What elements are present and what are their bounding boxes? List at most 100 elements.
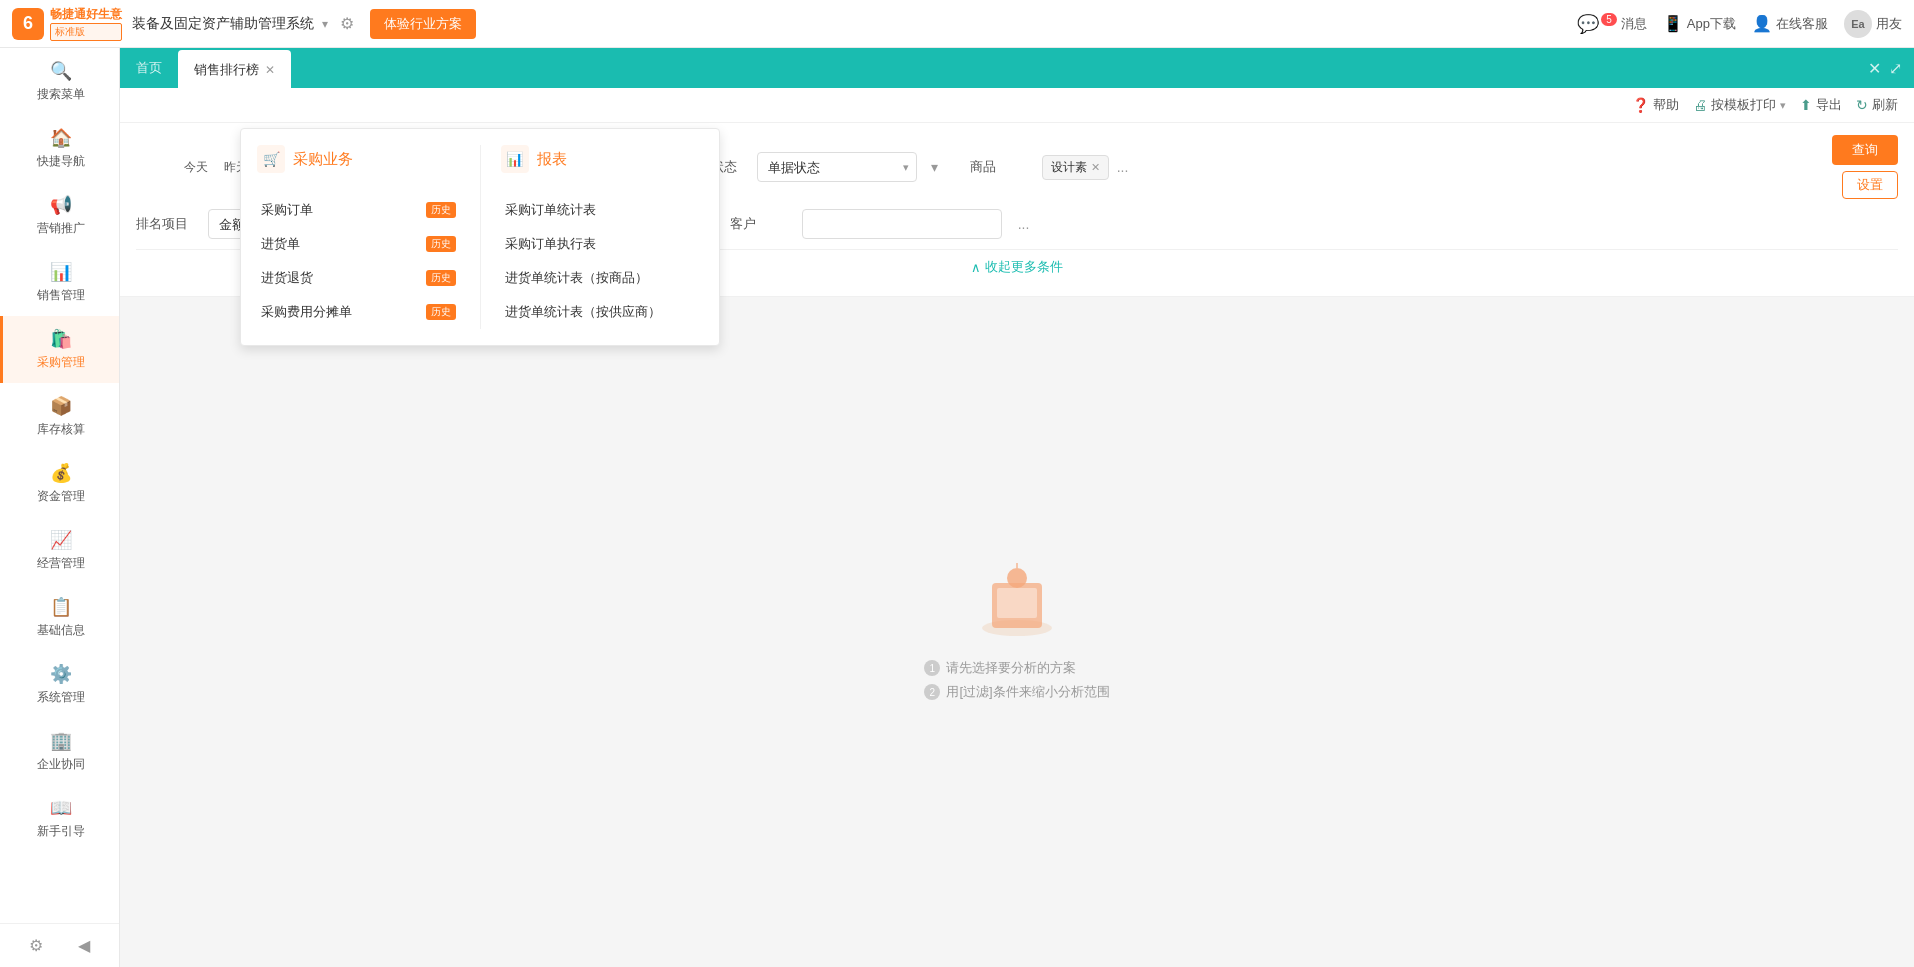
sidebar-item-purchase-label: 采购管理 (37, 354, 85, 371)
customer-input[interactable] (802, 209, 1002, 239)
collapse-sidebar-icon[interactable]: ◀ (78, 936, 90, 955)
tab-home[interactable]: 首页 (120, 48, 178, 88)
dropdown-item-purchase-order[interactable]: 采购订单 历史 (257, 193, 460, 227)
svg-rect-2 (997, 588, 1037, 618)
inbound-return-label: 进货退货 (261, 269, 313, 287)
purchase-header-title: 采购业务 (293, 150, 353, 169)
help-btn[interactable]: ❓ 帮助 (1632, 96, 1679, 114)
sidebar-item-purchase[interactable]: 🛍️ 采购管理 (0, 316, 119, 383)
empty-illustration (967, 563, 1067, 647)
sidebar-item-enterprise[interactable]: 🏢 企业协同 (0, 718, 119, 785)
purchase-icon: 🛍️ (50, 328, 72, 350)
dropdown-item-inbound[interactable]: 进货单 历史 (257, 227, 460, 261)
purchase-order-history[interactable]: 历史 (426, 202, 456, 218)
header-right: 💬 5 消息 📱 App下载 👤 在线客服 Ea 用友 (1577, 10, 1902, 38)
purchase-order-exec-label: 采购订单执行表 (505, 235, 596, 253)
customer-dots[interactable]: ... (1018, 216, 1030, 232)
sidebar-item-quick-nav-label: 快捷导航 (37, 153, 85, 170)
sidebar-item-search[interactable]: 🔍 搜索菜单 (0, 48, 119, 115)
report-header-icon: 📊 (501, 145, 529, 173)
inbound-history[interactable]: 历史 (426, 236, 456, 252)
set-btn[interactable]: 设置 (1842, 171, 1898, 199)
refresh-btn[interactable]: ↻ 刷新 (1856, 96, 1898, 114)
online-service-item[interactable]: 👤 在线客服 (1752, 14, 1828, 33)
sales-icon: 📊 (50, 261, 72, 283)
sidebar-item-basic-info[interactable]: 📋 基础信息 (0, 584, 119, 651)
sidebar-item-guide[interactable]: 📖 新手引导 (0, 785, 119, 852)
user-name: 用友 (1876, 15, 1902, 33)
inventory-icon: 📦 (50, 395, 72, 417)
operations-icon: 📈 (50, 529, 72, 551)
system-title-text: 装备及固定资产辅助管理系统 (132, 15, 314, 33)
system-settings-icon[interactable]: ⚙ (340, 14, 354, 33)
home-icon: 🏠 (50, 127, 72, 149)
sidebar-item-marketing[interactable]: 📢 营销推广 (0, 182, 119, 249)
main-layout: 🔍 搜索菜单 🏠 快捷导航 📢 营销推广 📊 销售管理 🛍️ 采购管理 📦 库存… (0, 48, 1914, 967)
order-status-dots[interactable]: ▾ (931, 159, 938, 175)
tip-number-1: 1 (924, 660, 940, 676)
sidebar-item-quick-nav[interactable]: 🏠 快捷导航 (0, 115, 119, 182)
inbound-return-history[interactable]: 历史 (426, 270, 456, 286)
tab-expand-icon[interactable]: ⤢ (1889, 59, 1902, 78)
export-btn[interactable]: ⬆ 导出 (1800, 96, 1842, 114)
content-area: 首页 销售排行榜 ✕ ✕ ⤢ ❓ 帮助 🖨 按模板打印 (120, 48, 1914, 967)
purchase-order-label: 采购订单 (261, 201, 313, 219)
sidebar-item-marketing-label: 营销推广 (37, 220, 85, 237)
message-icon-item[interactable]: 💬 5 消息 (1577, 13, 1647, 35)
empty-tips: 1 请先选择要分析的方案 2 用[过滤]条件来缩小分析范围 (924, 659, 1109, 701)
sidebar-item-inventory-label: 库存核算 (37, 421, 85, 438)
filter-right-btns: 查询 设置 (1832, 135, 1898, 199)
logo-text: 畅捷通好生意 标准版 (50, 6, 122, 41)
refresh-icon: ↻ (1856, 97, 1868, 113)
tab-close-all-icon[interactable]: ✕ (1868, 59, 1881, 78)
sidebar-item-operations-label: 经营管理 (37, 555, 85, 572)
query-btn[interactable]: 查询 (1832, 135, 1898, 165)
user-area[interactable]: Ea 用友 (1844, 10, 1902, 38)
rank-item-label: 排名项目 (136, 215, 196, 233)
tab-sales-ranking[interactable]: 销售排行榜 ✕ (178, 50, 291, 90)
sidebar-item-sales[interactable]: 📊 销售管理 (0, 249, 119, 316)
dropdown-item-inbound-stat-supplier[interactable]: 进货单统计表（按供应商） (501, 295, 704, 329)
sidebar-item-system[interactable]: ⚙️ 系统管理 (0, 651, 119, 718)
goods-tag-close[interactable]: ✕ (1091, 161, 1100, 174)
tab-close-icon[interactable]: ✕ (265, 63, 275, 77)
help-icon: ❓ (1632, 97, 1649, 113)
dropdown-item-inbound-return[interactable]: 进货退货 历史 (257, 261, 460, 295)
date-shortcut-today[interactable]: 今天 (178, 155, 214, 180)
print-btn[interactable]: 🖨 按模板打印 ▾ (1693, 96, 1786, 114)
empty-tip-1: 1 请先选择要分析的方案 (924, 659, 1109, 677)
dropdown-item-purchase-expense[interactable]: 采购费用分摊单 历史 (257, 295, 460, 329)
customer-label: 客户 (730, 215, 790, 233)
sidebar-item-search-label: 搜索菜单 (37, 86, 85, 103)
user-avatar: Ea (1844, 10, 1872, 38)
settings-bottom-icon[interactable]: ⚙ (29, 936, 43, 955)
dropdown-item-purchase-order-exec[interactable]: 采购订单执行表 (501, 227, 704, 261)
goods-tag: 设计素 ✕ (1042, 155, 1109, 180)
dropdown-item-purchase-order-stat[interactable]: 采购订单统计表 (501, 193, 704, 227)
sidebar-item-system-label: 系统管理 (37, 689, 85, 706)
page-content: ❓ 帮助 🖨 按模板打印 ▾ ⬆ 导出 ↻ 刷新 (120, 88, 1914, 967)
dropdown-item-inbound-stat-goods[interactable]: 进货单统计表（按商品） (501, 261, 704, 295)
print-dropdown-icon[interactable]: ▾ (1780, 99, 1786, 112)
tip-number-2: 2 (924, 684, 940, 700)
system-dropdown-icon[interactable]: ▾ (322, 17, 328, 31)
app-download-item[interactable]: 📱 App下载 (1663, 14, 1736, 33)
purchase-expense-history[interactable]: 历史 (426, 304, 456, 320)
report-header-title: 报表 (537, 150, 567, 169)
order-status-select[interactable]: 单据状态 (757, 152, 917, 182)
export-icon: ⬆ (1800, 97, 1812, 113)
top-toolbar: ❓ 帮助 🖨 按模板打印 ▾ ⬆ 导出 ↻ 刷新 (120, 88, 1914, 123)
dropdown-report-column: 📊 报表 采购订单统计表 采购订单执行表 进货单统计表（按商品） 进货单统计表（… (501, 145, 704, 329)
system-title-area: 装备及固定资产辅助管理系统 ▾ ⚙ 体验行业方案 (132, 9, 1577, 39)
system-icon: ⚙️ (50, 663, 72, 685)
purchase-header-icon: 🛒 (257, 145, 285, 173)
goods-dots[interactable]: ... (1117, 159, 1129, 175)
purchase-dropdown-menu: 🛒 采购业务 采购订单 历史 进货单 历史 进货退货 历史 (240, 128, 720, 346)
empty-tip-1-text: 请先选择要分析的方案 (946, 659, 1076, 677)
dropdown-divider (480, 145, 481, 329)
sidebar-item-finance[interactable]: 💰 资金管理 (0, 450, 119, 517)
message-label: 消息 (1621, 15, 1647, 33)
sidebar-item-operations[interactable]: 📈 经营管理 (0, 517, 119, 584)
industry-btn[interactable]: 体验行业方案 (370, 9, 476, 39)
sidebar-item-inventory[interactable]: 📦 库存核算 (0, 383, 119, 450)
